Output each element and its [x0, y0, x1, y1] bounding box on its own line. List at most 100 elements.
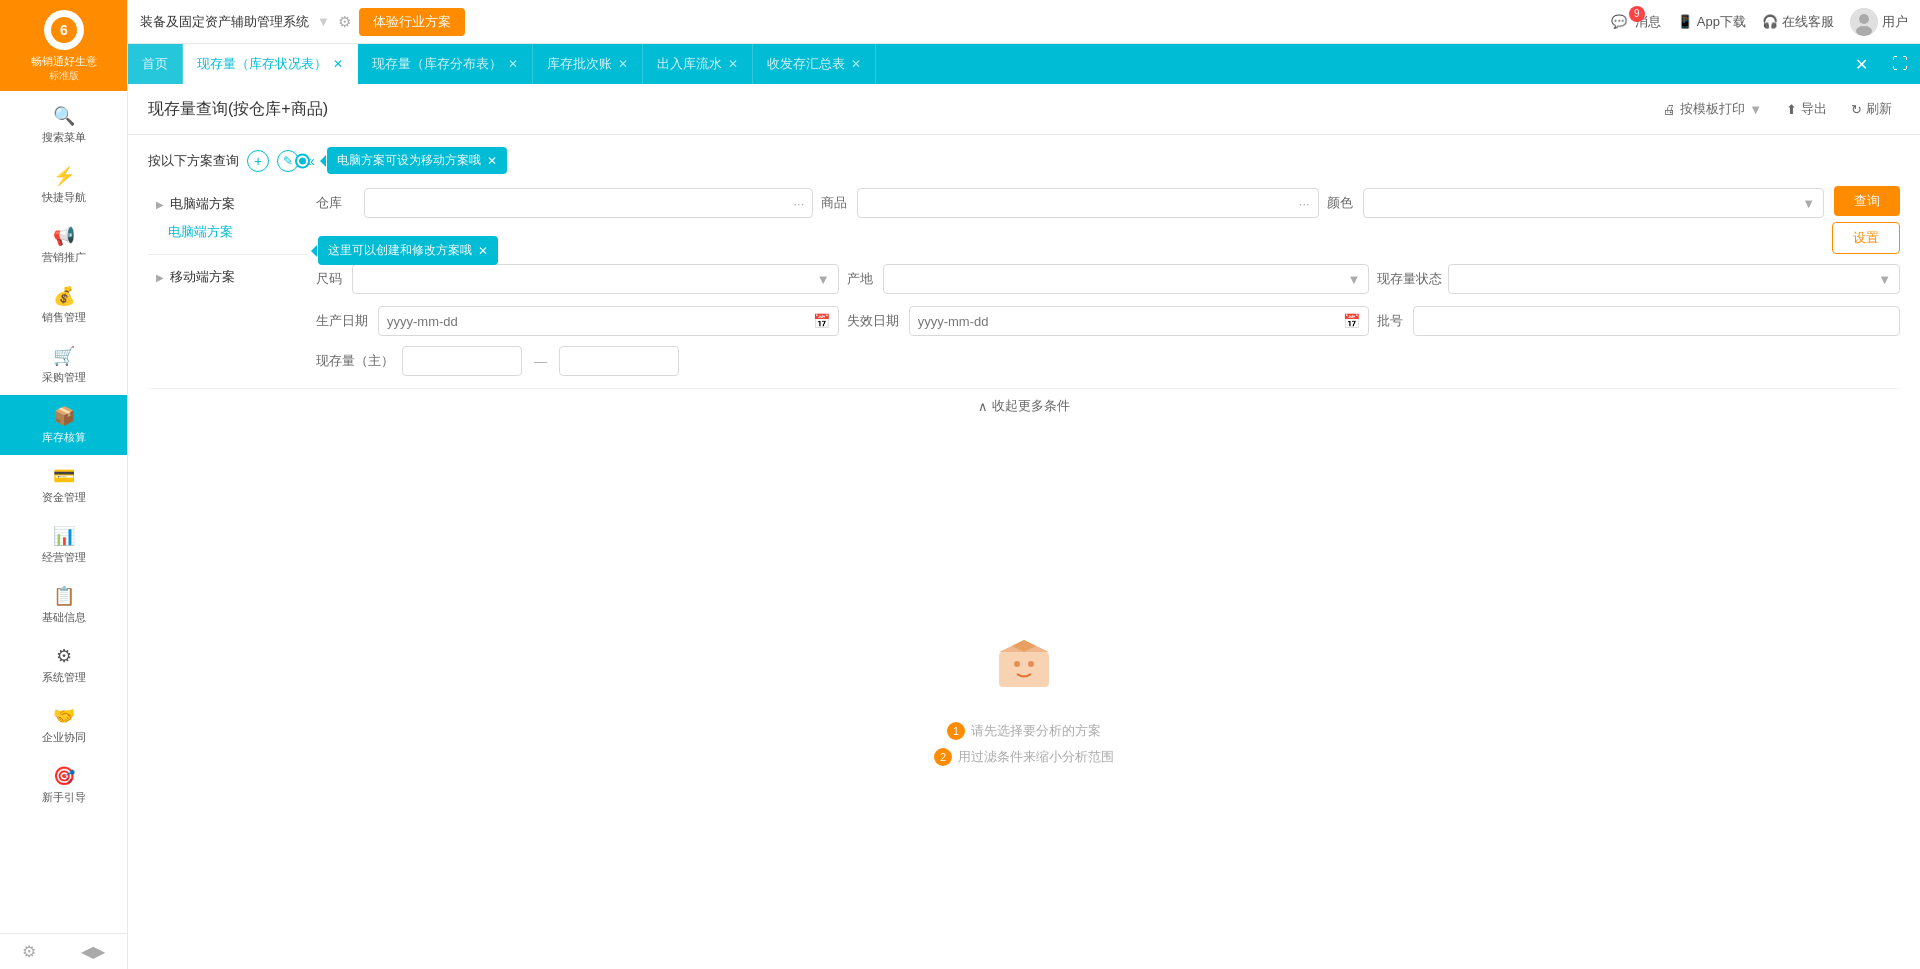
sidebar-item-basic-info[interactable]: 📋 基础信息	[0, 575, 127, 635]
filter-label: 按以下方案查询	[148, 152, 239, 170]
print-button[interactable]: 🖨 按模板打印 ▼	[1655, 96, 1770, 122]
expire-date-calendar-icon[interactable]: 📅	[1343, 313, 1360, 329]
size-select[interactable]: ▼	[352, 264, 839, 294]
action-buttons: 查询 设置	[1832, 186, 1900, 254]
header-right: 💬 9 消息 📱 App下载 🎧 在线客服	[1611, 8, 1908, 36]
user-item[interactable]: 用户	[1850, 8, 1908, 36]
filter-body: ▶ 电脑端方案 电脑端方案 这里可以创建和修改方案哦 ✕	[148, 186, 1900, 384]
tab-inventory-status[interactable]: 现存量（库存状况表） ✕	[183, 44, 358, 84]
tab-home[interactable]: 首页	[128, 44, 183, 84]
sidebar-item-nav[interactable]: ⚡ 快捷导航	[0, 155, 127, 215]
expire-date-field: 失效日期 📅	[847, 304, 1370, 338]
quantity-from-input[interactable]	[402, 346, 522, 376]
user-label: 用户	[1882, 13, 1908, 31]
edit-tooltip: 这里可以创建和修改方案哦 ✕	[318, 236, 498, 265]
sidebar-item-guide[interactable]: 🎯 新手引导	[0, 755, 127, 815]
produce-date-input[interactable]	[387, 314, 813, 329]
tab-close-all-icon[interactable]: ✕	[1843, 44, 1880, 84]
export-label: 导出	[1801, 100, 1827, 118]
tab-batch-account[interactable]: 库存批次账 ✕	[533, 44, 643, 84]
filter-arrow-button[interactable]: «	[307, 153, 315, 169]
svg-text:6: 6	[60, 22, 68, 38]
sidebar-item-sales[interactable]: 💰 销售管理	[0, 275, 127, 335]
color-dropdown-icon: ▼	[1802, 196, 1815, 211]
sidebar-item-operations[interactable]: 📊 经营管理	[0, 515, 127, 575]
filter-header: 按以下方案查询 + ✎ « 电脑方案可设为移动方案哦 ✕	[148, 147, 1900, 174]
scheme-tooltip-close[interactable]: ✕	[487, 154, 497, 168]
avatar	[1850, 8, 1878, 36]
filter-edit-button[interactable]: ✎	[277, 150, 299, 172]
stock-status-dropdown-icon: ▼	[1878, 272, 1891, 287]
summary-tab-label: 收发存汇总表	[767, 55, 845, 73]
svg-rect-5	[999, 652, 1049, 687]
online-service-item[interactable]: 🎧 在线客服	[1762, 13, 1834, 31]
origin-label: 产地	[847, 270, 877, 288]
tab-summary[interactable]: 收发存汇总表 ✕	[753, 44, 876, 84]
notification-badge: 9	[1629, 6, 1645, 22]
sidebar-item-finance[interactable]: 💳 资金管理	[0, 455, 127, 515]
tab-fullscreen-icon[interactable]: ⛶	[1880, 44, 1920, 84]
tab-close-inventory-status[interactable]: ✕	[333, 57, 343, 71]
page-header-top: 现存量查询(按仓库+商品) 🖨 按模板打印 ▼ ⬆ 导出 ↻ 刷新	[148, 96, 1900, 122]
edit-tooltip-close[interactable]: ✕	[478, 244, 488, 258]
tip-num-2: 2	[934, 748, 952, 766]
tab-bar-actions: ✕ ⛶	[1843, 44, 1920, 84]
tab-close-inventory-dist[interactable]: ✕	[508, 57, 518, 71]
sidebar-item-system[interactable]: ⚙ 系统管理	[0, 635, 127, 695]
sidebar-item-inventory[interactable]: 📦 库存核算	[0, 395, 127, 455]
tip-num-1: 1	[947, 722, 965, 740]
operations-icon: 📊	[53, 525, 75, 547]
expire-date-input[interactable]	[918, 314, 1344, 329]
sidebar-logo: 6 畅销通好生意 标准版	[0, 0, 127, 91]
top-header: 装备及固定资产辅助管理系统 ▼ ⚙ 体验行业方案 💬 9 消息 📱 App下载 …	[128, 0, 1920, 44]
collapse-bar[interactable]: ∧ 收起更多条件	[148, 388, 1900, 423]
page-title: 现存量查询(按仓库+商品)	[148, 99, 328, 120]
sidebar-settings-icon[interactable]: ⚙	[22, 942, 36, 961]
batch-input[interactable]	[1413, 306, 1900, 336]
quantity-to-input[interactable]	[559, 346, 679, 376]
trial-button[interactable]: 体验行业方案	[359, 8, 465, 36]
filter-fields: 仓库 ··· 商品 ···	[316, 186, 1900, 384]
search-button[interactable]: 查询	[1834, 186, 1900, 216]
export-button[interactable]: ⬆ 导出	[1778, 96, 1835, 122]
expire-date-label: 失效日期	[847, 312, 903, 330]
origin-select[interactable]: ▼	[883, 264, 1370, 294]
warehouse-select[interactable]: ···	[364, 188, 813, 218]
goods-select[interactable]: ···	[857, 188, 1318, 218]
origin-dropdown-icon: ▼	[1347, 272, 1360, 287]
collapse-up-icon: ∧	[978, 399, 988, 414]
message-item[interactable]: 💬 9 消息	[1611, 13, 1661, 31]
sidebar-collapse-icon[interactable]: ◀▶	[81, 942, 105, 961]
tab-close-summary[interactable]: ✕	[851, 57, 861, 71]
tab-close-batch-account[interactable]: ✕	[618, 57, 628, 71]
nav-icon: ⚡	[53, 165, 75, 187]
settings-button[interactable]: 设置	[1832, 222, 1900, 254]
app-download-item[interactable]: 📱 App下载	[1677, 13, 1746, 31]
collapse-label: 收起更多条件	[992, 397, 1070, 415]
produce-date-calendar-icon[interactable]: 📅	[813, 313, 830, 329]
sidebar-bottom: ⚙ ◀▶	[0, 933, 127, 969]
scheme-item-pc[interactable]: ▶ 电脑端方案	[148, 190, 308, 218]
empty-state: 1 请先选择要分析的方案 2 用过滤条件来缩小分析范围	[128, 423, 1920, 969]
color-select[interactable]: ▼	[1363, 188, 1824, 218]
sidebar-item-search[interactable]: 🔍 搜索菜单	[0, 95, 127, 155]
tab-flow[interactable]: 出入库流水 ✕	[643, 44, 753, 84]
system-title: 装备及固定资产辅助管理系统	[140, 13, 309, 31]
stock-status-select[interactable]: ▼	[1448, 264, 1900, 294]
refresh-button[interactable]: ↻ 刷新	[1843, 96, 1900, 122]
filter-add-button[interactable]: +	[247, 150, 269, 172]
tab-inventory-dist[interactable]: 现存量（库存分布表） ✕	[358, 44, 533, 84]
expire-date-input-wrap[interactable]: 📅	[909, 306, 1370, 336]
sidebar-item-marketing[interactable]: 📢 营销推广	[0, 215, 127, 275]
search-menu-icon: 🔍	[53, 105, 75, 127]
produce-date-input-wrap[interactable]: 📅	[378, 306, 839, 336]
tab-close-flow[interactable]: ✕	[728, 57, 738, 71]
printer-icon: 🖨	[1663, 102, 1676, 117]
batch-field: 批号	[1377, 304, 1900, 338]
sidebar-item-enterprise[interactable]: 🤝 企业协同	[0, 695, 127, 755]
settings-icon[interactable]: ⚙	[338, 13, 351, 31]
scheme-item-pc-sub[interactable]: 电脑端方案	[148, 218, 308, 246]
scheme-item-mobile[interactable]: ▶ 移动端方案	[148, 263, 308, 291]
logo-icon: 6	[44, 10, 84, 50]
sidebar-item-purchase[interactable]: 🛒 采购管理	[0, 335, 127, 395]
